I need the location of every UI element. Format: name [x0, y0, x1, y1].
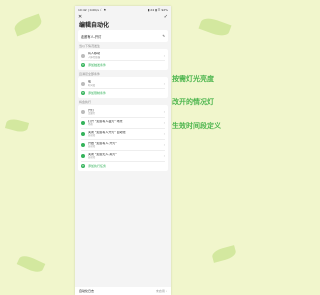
actions-label: 将会执行 [79, 100, 92, 104]
page-title: 编辑自动化 [79, 22, 110, 29]
chevron-right-icon: › [163, 81, 165, 86]
add-trigger-button[interactable]: + 添加触发条件 [81, 60, 165, 68]
conditions-label: 且满足全部条件 [79, 72, 101, 76]
actions-card: 开灯 走廊灯 › 打开 "走廊有人夜灯" 场景 场景 › 关闭 "走廊有人开灯"… [78, 105, 168, 171]
chevron-right-icon: › [163, 53, 165, 58]
plus-icon: + [81, 163, 85, 168]
action-subtitle: 场景 [88, 123, 93, 126]
add-condition-button[interactable]: + 添加限制条件 [81, 88, 165, 96]
light-icon [81, 110, 85, 114]
log-value: 未启用 › [155, 289, 167, 293]
decorative-leaf [12, 13, 44, 37]
edit-icon[interactable]: ✎ [162, 34, 165, 38]
automation-name-field[interactable]: 走廊有人-开灯 ✎ [78, 30, 168, 42]
triggers-label: 当以下情况发生 [79, 44, 101, 48]
moon-icon [81, 81, 85, 86]
chevron-right-icon: › [163, 154, 165, 158]
sensor-icon [81, 53, 85, 58]
triggers-card: 有人移动 人体传感器 › + 添加触发条件 [78, 49, 168, 70]
action-item[interactable]: 打开 "走廊有人夜灯" 场景 场景 › [81, 118, 165, 128]
decorative-leaf [198, 15, 232, 39]
close-icon[interactable]: ✕ [78, 14, 82, 20]
action-item[interactable]: 关闭 "走廊无人-关灯" 自动化 › [81, 151, 165, 161]
trigger-item[interactable]: 有人移动 人体传感器 › [81, 51, 165, 60]
add-condition-label: 添加限制条件 [88, 90, 107, 95]
nav-bar: ✕ ✓ [75, 13, 171, 21]
callout-text: 按需灯光亮度 [172, 75, 214, 83]
action-subtitle: 自动化 [88, 134, 96, 137]
callout-text: 改开的情况灯 [172, 98, 214, 106]
plus-icon: + [81, 90, 85, 95]
chevron-right-icon: › [163, 110, 165, 114]
add-trigger-label: 添加触发条件 [88, 62, 107, 67]
action-item[interactable]: 开灯 走廊灯 › [81, 107, 165, 117]
callout-text: 生效时间段定义 [172, 122, 221, 130]
decorative-leaf [4, 117, 30, 134]
automation-icon [81, 132, 85, 136]
chevron-right-icon: › [163, 132, 165, 136]
phone-screen: 10:42 | 0.0K/s ☾ ⚑ ▮ 24 ▮ ☰ 92% ✕ ✓ 编辑自动… [75, 6, 171, 295]
status-right: ▮ 24 ▮ ☰ 92% [147, 7, 168, 12]
decorative-leaf [210, 245, 238, 263]
log-label: 自动化日志 [79, 289, 95, 293]
automation-name-value: 走廊有人-开灯 [81, 34, 102, 39]
condition-subtitle: 时间段 [88, 83, 96, 87]
check-icon[interactable]: ✓ [164, 14, 168, 20]
decorative-leaf [16, 253, 46, 275]
automation-icon [81, 143, 85, 147]
action-subtitle: 自动化 [88, 156, 96, 159]
add-action-button[interactable]: + 添加执行任务 [81, 161, 165, 169]
status-left: 10:42 | 0.0K/s ☾ ⚑ [78, 7, 107, 12]
log-row[interactable]: 自动化日志 未启用 › [75, 287, 171, 295]
condition-item[interactable]: 夜 时间段 › [81, 79, 165, 88]
action-item[interactable]: 关闭 "走廊有人开灯" 自动化 自动化 › [81, 129, 165, 139]
action-item[interactable]: 开启 "走廊有人-开灯" 自动化 › [81, 140, 165, 150]
trigger-subtitle: 人体传感器 [88, 55, 100, 59]
plus-icon: + [81, 62, 85, 67]
automation-icon [81, 154, 85, 158]
chevron-right-icon: › [163, 143, 165, 147]
scene-icon [81, 121, 85, 125]
chevron-right-icon: › [163, 121, 165, 125]
add-action-label: 添加执行任务 [88, 163, 107, 168]
action-subtitle: 走廊灯 [88, 112, 96, 115]
conditions-card: 夜 时间段 › + 添加限制条件 [78, 77, 168, 98]
status-bar: 10:42 | 0.0K/s ☾ ⚑ ▮ 24 ▮ ☰ 92% [75, 6, 171, 13]
action-subtitle: 自动化 [88, 145, 96, 148]
